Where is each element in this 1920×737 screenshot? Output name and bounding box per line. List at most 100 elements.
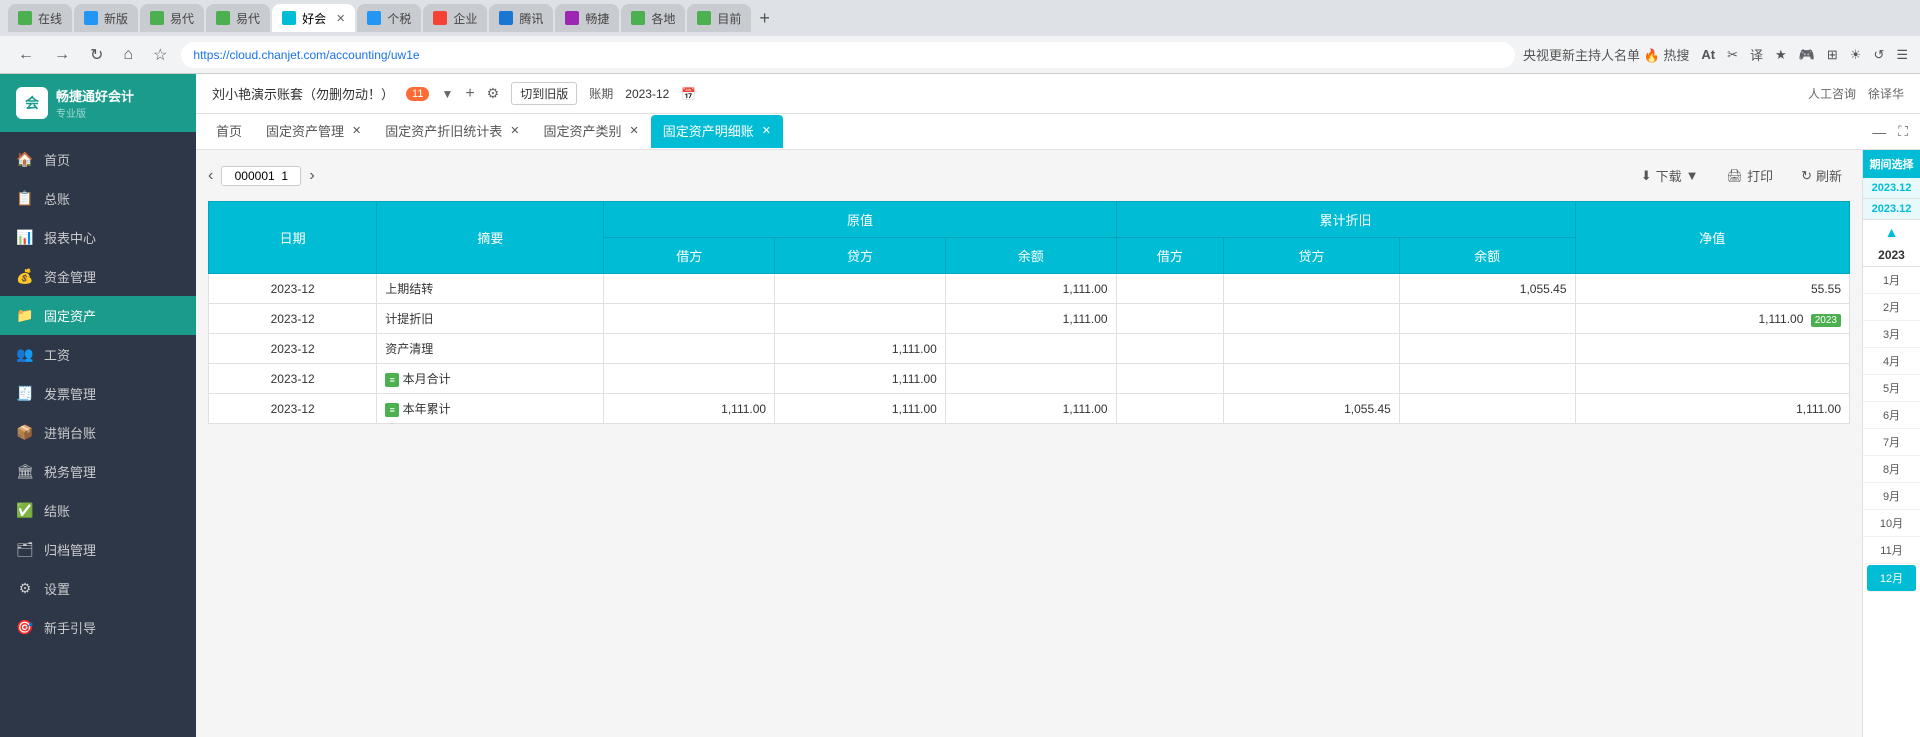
back-button[interactable]: ← (12, 44, 40, 66)
refresh-button[interactable]: ↻ 刷新 (1793, 162, 1850, 189)
period-month-12[interactable]: 12月 (1867, 565, 1916, 592)
sidebar-item-settings[interactable]: ⚙ 设置 (0, 569, 196, 608)
row4-acc-balance (1399, 394, 1575, 424)
tab-label-geshui: 个税 (387, 10, 411, 27)
next-record-button[interactable]: › (309, 167, 314, 185)
row4-orig-credit: 1,111.00 (775, 394, 946, 424)
tab-depreciation-stat[interactable]: 固定资产折旧统计表 ✕ (373, 115, 531, 148)
sidebar-item-payroll[interactable]: 👥 工资 (0, 335, 196, 374)
tab-close-asset-detail-ledger[interactable]: ✕ (762, 124, 771, 137)
maximize-button[interactable]: ⛶ (1894, 121, 1912, 142)
sidebar-item-tax[interactable]: 🏛 税务管理 (0, 452, 196, 491)
period-month-7[interactable]: 7月 (1863, 429, 1920, 456)
browser-tab-new[interactable]: 新版 (74, 4, 138, 32)
print-button[interactable]: 🖨 打印 (1719, 162, 1782, 189)
sidebar-item-report[interactable]: 📊 报表中心 (0, 218, 196, 257)
period-month-5[interactable]: 5月 (1863, 375, 1920, 402)
period-month-2[interactable]: 2月 (1863, 294, 1920, 321)
row4-net-value: 1,111.00 (1575, 394, 1849, 424)
browser-tab-muqian[interactable]: 目前 (687, 4, 751, 32)
period-current-year[interactable]: 2023.12 (1863, 199, 1920, 220)
row0-acc-credit (1224, 274, 1400, 304)
bookmark-button[interactable]: ☆ (147, 43, 173, 67)
tab-fixed-asset-mgmt[interactable]: 固定资产管理 ✕ (254, 115, 373, 148)
menu-icon[interactable]: ☰ (1896, 47, 1908, 63)
tab-home[interactable]: 首页 (204, 115, 254, 148)
month-12-label: 12月 (1880, 573, 1903, 585)
sidebar-item-finance[interactable]: 💰 资金管理 (0, 257, 196, 296)
app-header: 刘小艳演示账套（勿删勿动！） 11 ▼ + ⚙ 切到旧版 账期 2023-12 … (196, 74, 1920, 114)
address-input[interactable] (181, 42, 1515, 68)
browser-tab-haohui[interactable]: 好会 ✕ (272, 4, 355, 32)
company-name: 刘小艳演示账套（勿删勿动！） (212, 84, 394, 103)
tab-asset-detail-ledger[interactable]: 固定资产明细账 ✕ (651, 115, 783, 148)
tab-close-fixed-asset-mgmt[interactable]: ✕ (352, 124, 361, 137)
forward-button[interactable]: → (48, 44, 76, 66)
payroll-icon: 👥 (16, 346, 34, 364)
sidebar-item-tutorial[interactable]: 🎯 新手引导 (0, 608, 196, 647)
sidebar-item-invoice[interactable]: 🧾 发票管理 (0, 374, 196, 413)
version-switch-button[interactable]: 切到旧版 (511, 82, 577, 105)
account-settings-button[interactable]: ⚙ (487, 85, 500, 102)
reload-button[interactable]: ↻ (84, 43, 109, 67)
tab-close-depreciation-stat[interactable]: ✕ (510, 124, 519, 137)
download-button[interactable]: ⬇ 下载 ▼ (1633, 162, 1707, 189)
table-row: 2023-12 计提折旧 1,111.00 1,111.00 (209, 304, 1850, 334)
period-month-9[interactable]: 9月 (1863, 483, 1920, 510)
main-content: 刘小艳演示账套（勿删勿动！） 11 ▼ + ⚙ 切到旧版 账期 2023-12 … (196, 74, 1920, 737)
sidebar-item-close-period[interactable]: ✅ 结账 (0, 491, 196, 530)
sidebar-label-close-period: 结账 (44, 501, 70, 520)
table-row: 2023-12 资产清理 1,111.00 (209, 334, 1850, 364)
sidebar-item-ledger[interactable]: 📋 总账 (0, 179, 196, 218)
tab-asset-category[interactable]: 固定资产类别 ✕ (531, 115, 650, 148)
period-month-3[interactable]: 3月 (1863, 321, 1920, 348)
row1-net-value-text: 1,111.00 (1758, 312, 1803, 326)
period-month-4[interactable]: 4月 (1863, 348, 1920, 375)
browser-tab-gedi[interactable]: 各地 (621, 4, 685, 32)
subheader-orig-credit: 贷方 (775, 238, 946, 274)
tab-favicon-qiye (433, 11, 447, 25)
period-month-8[interactable]: 8月 (1863, 456, 1920, 483)
subheader-orig-balance: 余额 (945, 238, 1116, 274)
sidebar-item-purchase-sales[interactable]: 📦 进销台账 (0, 413, 196, 452)
row1-date: 2023-12 (209, 304, 377, 334)
browser-tab-qiye[interactable]: 企业 (423, 4, 487, 32)
prev-record-button[interactable]: ‹ (208, 167, 213, 185)
browser-tab-yidai1[interactable]: 易代 (140, 4, 204, 32)
browser-tab-geshui[interactable]: 个税 (357, 4, 421, 32)
browser-tab-changjie[interactable]: 畅捷 (555, 4, 619, 32)
fixed-assets-icon: 📁 (16, 307, 34, 325)
close-period-icon: ✅ (16, 502, 34, 520)
add-account-button[interactable]: + (465, 85, 474, 103)
browser-tab-tencent[interactable]: 腾讯 (489, 4, 553, 32)
period-up-button[interactable]: ▲ (1863, 220, 1920, 244)
period-month-11[interactable]: 11月 (1863, 537, 1920, 564)
minimize-button[interactable]: — (1868, 121, 1890, 142)
service-label[interactable]: 人工咨询 (1808, 85, 1856, 102)
calendar-icon[interactable]: 📅 (681, 87, 696, 101)
sidebar-label-archive: 归档管理 (44, 540, 96, 559)
period-month-1[interactable]: 1月 (1863, 267, 1920, 294)
tutorial-icon: 🎯 (16, 619, 34, 637)
row2-orig-debit (604, 334, 775, 364)
col-header-net-value: 净值 (1575, 202, 1849, 274)
row4-date: 2023-12 (209, 394, 377, 424)
sidebar-label-fixed-assets: 固定资产 (44, 306, 96, 325)
browser-tab-online[interactable]: 在线 (8, 4, 72, 32)
period-header-text: 期间选择 (1867, 156, 1916, 172)
record-number-input[interactable] (221, 166, 301, 186)
sidebar-item-home[interactable]: 🏠 首页 (0, 140, 196, 179)
new-tab-button[interactable]: + (753, 8, 776, 29)
browser-tab-yidai2[interactable]: 易代 (206, 4, 270, 32)
home-button[interactable]: ⌂ (117, 44, 139, 66)
company-dropdown[interactable]: ▼ (441, 87, 453, 101)
sidebar-item-fixed-assets[interactable]: 📁 固定资产 (0, 296, 196, 335)
sidebar-item-archive[interactable]: 🗂 归档管理 (0, 530, 196, 569)
tab-close-haohui[interactable]: ✕ (336, 12, 345, 25)
user-label[interactable]: 徐译华 (1868, 85, 1904, 102)
period-month-10[interactable]: 10月 (1863, 510, 1920, 537)
period-selected-year[interactable]: 2023.12 (1863, 178, 1920, 199)
tab-close-asset-category[interactable]: ✕ (630, 124, 639, 137)
finance-icon: 💰 (16, 268, 34, 286)
period-month-6[interactable]: 6月 (1863, 402, 1920, 429)
